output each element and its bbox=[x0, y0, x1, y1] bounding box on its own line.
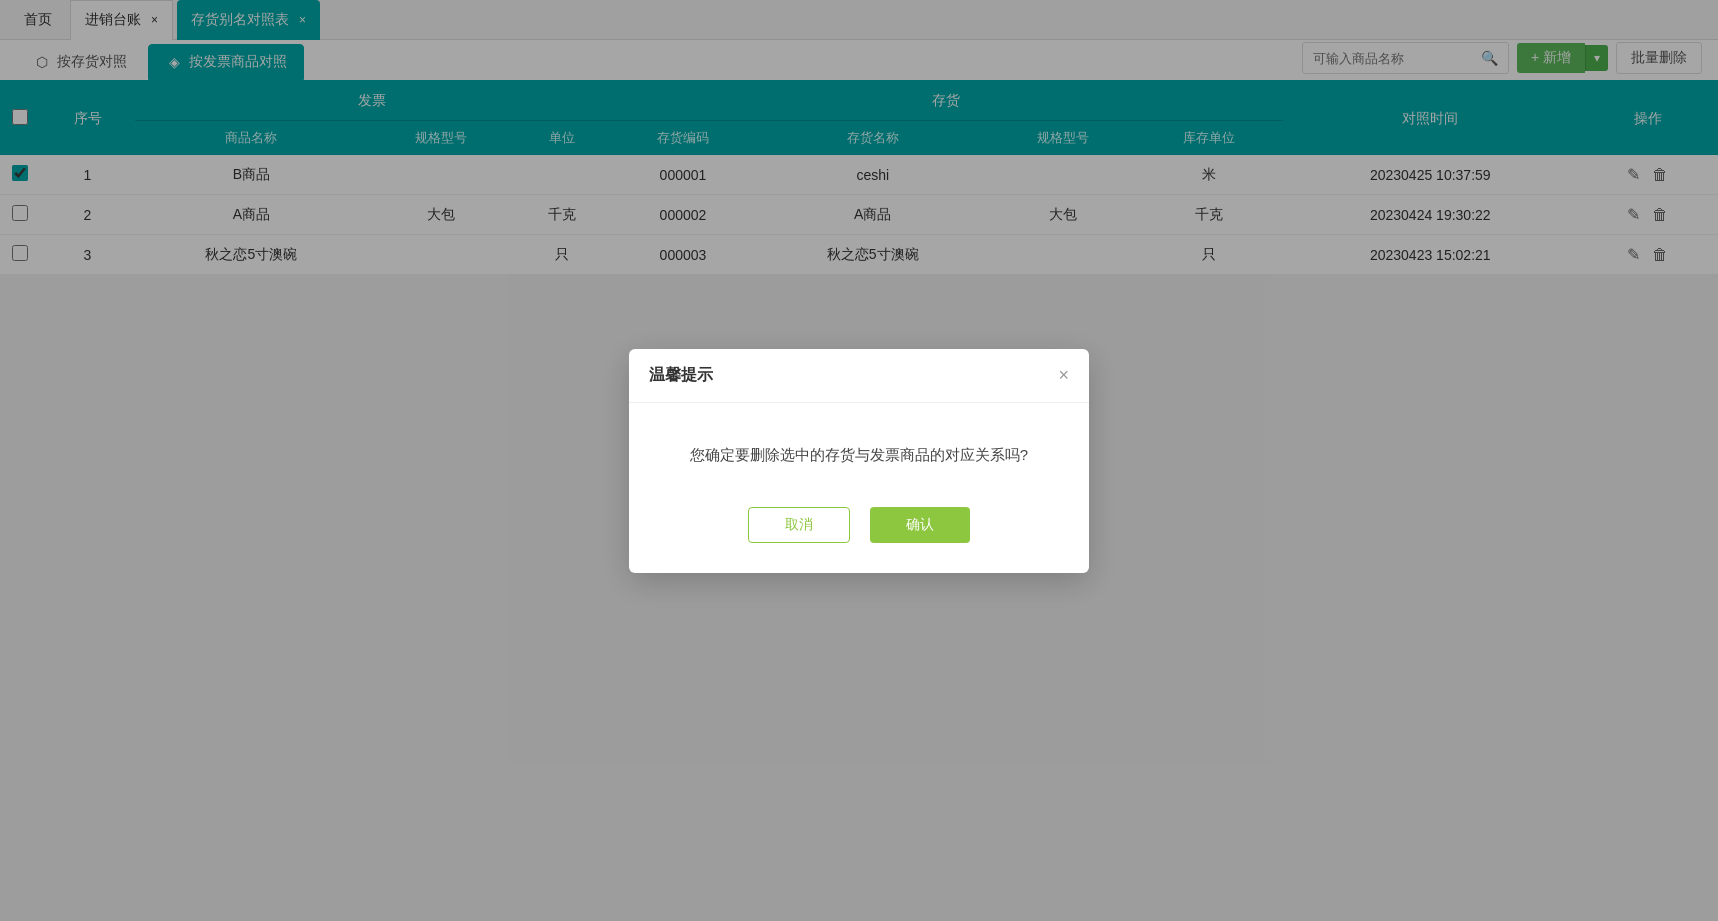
modal-header: 温馨提示 × bbox=[629, 349, 1089, 403]
confirm-modal: 温馨提示 × 您确定要删除选中的存货与发票商品的对应关系吗? 取消 确认 bbox=[629, 349, 1089, 573]
modal-body: 您确定要删除选中的存货与发票商品的对应关系吗? bbox=[629, 403, 1089, 497]
modal-message: 您确定要删除选中的存货与发票商品的对应关系吗? bbox=[690, 446, 1028, 463]
modal-overlay: 温馨提示 × 您确定要删除选中的存货与发票商品的对应关系吗? 取消 确认 bbox=[0, 0, 1718, 921]
modal-title: 温馨提示 bbox=[649, 365, 713, 386]
modal-footer: 取消 确认 bbox=[629, 497, 1089, 573]
confirm-button[interactable]: 确认 bbox=[870, 507, 970, 543]
cancel-button[interactable]: 取消 bbox=[748, 507, 850, 543]
modal-close-button[interactable]: × bbox=[1058, 366, 1069, 384]
